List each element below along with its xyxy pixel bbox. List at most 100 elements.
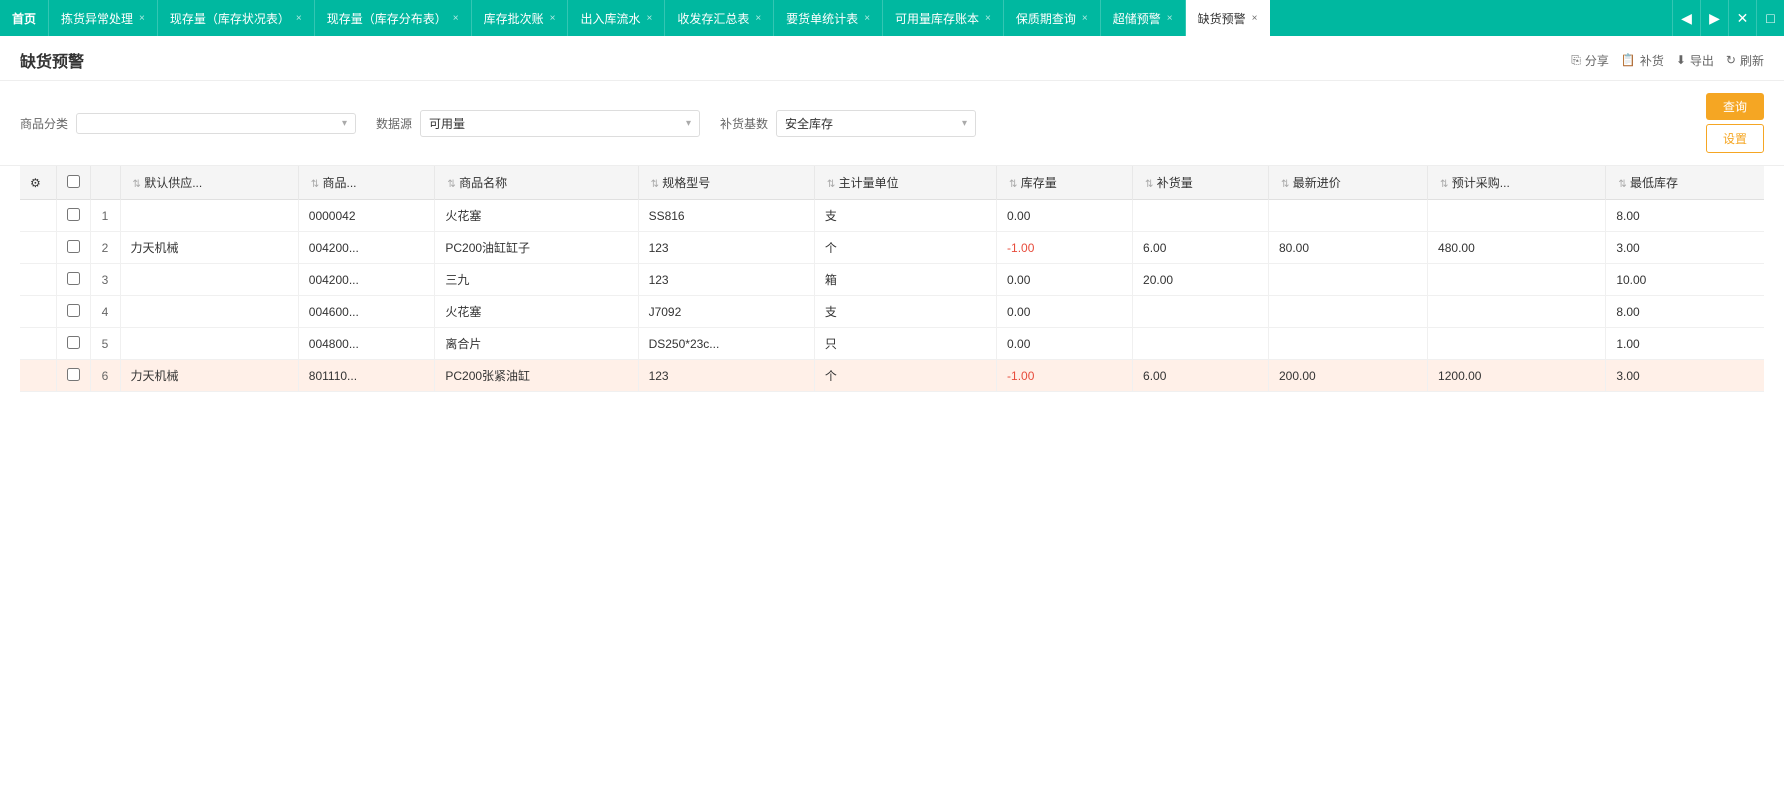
tab-overstock[interactable]: 超储预警 × bbox=[1101, 0, 1186, 36]
refresh-button[interactable]: ↻ 刷新 bbox=[1726, 52, 1764, 69]
row-num: 2 bbox=[90, 232, 120, 264]
row-checkbox-2[interactable] bbox=[67, 272, 80, 285]
cell-product-code: 004800... bbox=[298, 328, 435, 360]
tab-label-shortage: 缺货预警 bbox=[1198, 10, 1246, 27]
cell-min-stock: 8.00 bbox=[1606, 200, 1764, 232]
col-supplier-sort-icon: ⇅ bbox=[133, 179, 141, 190]
cell-latest-price bbox=[1269, 296, 1428, 328]
replenish-base-select[interactable]: 安全库存 ▾ bbox=[776, 110, 976, 137]
tab-label-requisition-stat: 要货单统计表 bbox=[786, 10, 858, 27]
col-settings[interactable]: ⚙ bbox=[20, 166, 56, 200]
tab-label-expiry-query: 保质期查询 bbox=[1016, 10, 1076, 27]
row-checkbox-1[interactable] bbox=[67, 240, 80, 253]
tab-requisition-stat[interactable]: 要货单统计表 × bbox=[774, 0, 883, 36]
tab-stock-status[interactable]: 现存量（库存状况表）× bbox=[158, 0, 315, 36]
tab-scroll-left[interactable]: ◀ bbox=[1672, 0, 1700, 36]
col-unit: ⇅ 主计量单位 bbox=[814, 166, 996, 200]
cell-default-supplier bbox=[120, 264, 298, 296]
tab-scroll-right[interactable]: ▶ bbox=[1700, 0, 1728, 36]
tab-stock-dist[interactable]: 现存量（库存分布表）× bbox=[315, 0, 472, 36]
cell-stock-qty: 0.00 bbox=[997, 264, 1133, 296]
tab-home[interactable]: 首页 bbox=[0, 0, 49, 36]
tab-bar: 首页拣货异常处理×现存量（库存状况表）×现存量（库存分布表）×库存批次账×出入库… bbox=[0, 0, 1784, 36]
tab-close-stock-status[interactable]: × bbox=[296, 13, 302, 24]
col-min-stock: ⇅ 最低库存 bbox=[1606, 166, 1764, 200]
cell-unit: 个 bbox=[814, 360, 996, 392]
settings-button[interactable]: 设置 bbox=[1706, 124, 1764, 153]
tab-receive-summary[interactable]: 收发存汇总表 × bbox=[665, 0, 774, 36]
cell-default-supplier bbox=[120, 296, 298, 328]
select-all-checkbox[interactable] bbox=[67, 175, 80, 188]
col-checkbox bbox=[56, 166, 90, 200]
tab-abnormal[interactable]: 拣货异常处理× bbox=[49, 0, 158, 36]
tab-label-overstock: 超储预警 bbox=[1113, 10, 1161, 27]
row-settings-cell bbox=[20, 360, 56, 392]
cell-latest-price: 200.00 bbox=[1269, 360, 1428, 392]
cell-product-name: 火花塞 bbox=[435, 296, 638, 328]
export-label: 导出 bbox=[1690, 52, 1714, 69]
col-price-sort-icon: ⇅ bbox=[1281, 179, 1289, 190]
col-spec-model: ⇅ 规格型号 bbox=[638, 166, 814, 200]
tab-close-requisition-stat[interactable]: × bbox=[864, 13, 870, 24]
col-est-purchase: ⇅ 预计采购... bbox=[1428, 166, 1606, 200]
tab-available-ledger[interactable]: 可用量库存账本 × bbox=[883, 0, 1004, 36]
filter-actions: 查询 设置 bbox=[1706, 93, 1764, 153]
cell-default-supplier: 力天机械 bbox=[120, 360, 298, 392]
row-checkbox-5[interactable] bbox=[67, 368, 80, 381]
tab-close-abnormal[interactable]: × bbox=[139, 13, 145, 24]
cell-product-code: 801110... bbox=[298, 360, 435, 392]
table-row: 4004600...火花塞J7092支0.008.00 bbox=[20, 296, 1764, 328]
tab-close-stock-dist[interactable]: × bbox=[453, 13, 459, 24]
cell-replenish-qty bbox=[1133, 296, 1269, 328]
replenish-icon: 📋 bbox=[1621, 53, 1636, 67]
row-settings-cell bbox=[20, 296, 56, 328]
tab-maximize[interactable]: □ bbox=[1756, 0, 1784, 36]
cell-replenish-qty bbox=[1133, 328, 1269, 360]
tab-batch-account[interactable]: 库存批次账 × bbox=[472, 0, 569, 36]
tab-shortage[interactable]: 缺货预警 × bbox=[1186, 0, 1271, 36]
cell-spec-model: 123 bbox=[638, 360, 814, 392]
cell-spec-model: SS816 bbox=[638, 200, 814, 232]
row-checkbox-4[interactable] bbox=[67, 336, 80, 349]
col-spec-sort-icon: ⇅ bbox=[651, 179, 659, 190]
tab-label-home: 首页 bbox=[12, 10, 36, 27]
row-checkbox-cell bbox=[56, 232, 90, 264]
tab-close-expiry-query[interactable]: × bbox=[1082, 13, 1088, 24]
tab-close-batch-account[interactable]: × bbox=[550, 13, 556, 24]
replenish-button[interactable]: 📋 补货 bbox=[1621, 52, 1664, 69]
tab-close-overstock[interactable]: × bbox=[1167, 13, 1173, 24]
tab-close-inout-flow[interactable]: × bbox=[646, 13, 652, 24]
cell-min-stock: 1.00 bbox=[1606, 328, 1764, 360]
cell-min-stock: 3.00 bbox=[1606, 360, 1764, 392]
tab-close-receive-summary[interactable]: × bbox=[755, 13, 761, 24]
cell-latest-price bbox=[1269, 200, 1428, 232]
replenish-base-arrow-icon: ▾ bbox=[962, 118, 967, 129]
data-source-label: 数据源 bbox=[376, 115, 412, 132]
tab-label-receive-summary: 收发存汇总表 bbox=[677, 10, 749, 27]
tab-label-batch-account: 库存批次账 bbox=[484, 10, 544, 27]
cell-stock-qty: -1.00 bbox=[997, 232, 1133, 264]
row-checkbox-0[interactable] bbox=[67, 208, 80, 221]
share-button[interactable]: ⎘ 分享 bbox=[1571, 52, 1609, 69]
cell-est-purchase: 480.00 bbox=[1428, 232, 1606, 264]
cell-default-supplier bbox=[120, 200, 298, 232]
cell-replenish-qty: 6.00 bbox=[1133, 360, 1269, 392]
row-num: 4 bbox=[90, 296, 120, 328]
tab-close-shortage[interactable]: × bbox=[1252, 13, 1258, 24]
tab-close-all[interactable]: ✕ bbox=[1728, 0, 1756, 36]
refresh-label: 刷新 bbox=[1740, 52, 1764, 69]
tab-label-available-ledger: 可用量库存账本 bbox=[895, 10, 979, 27]
row-settings-cell bbox=[20, 328, 56, 360]
cell-product-name: 火花塞 bbox=[435, 200, 638, 232]
cell-spec-model: J7092 bbox=[638, 296, 814, 328]
export-button[interactable]: ⬇ 导出 bbox=[1676, 52, 1714, 69]
row-settings-cell bbox=[20, 200, 56, 232]
commodity-class-select[interactable]: ▾ bbox=[76, 113, 356, 134]
row-checkbox-cell bbox=[56, 200, 90, 232]
data-source-select[interactable]: 可用量 ▾ bbox=[420, 110, 700, 137]
tab-inout-flow[interactable]: 出入库流水× bbox=[568, 0, 665, 36]
query-button[interactable]: 查询 bbox=[1706, 93, 1764, 120]
tab-expiry-query[interactable]: 保质期查询 × bbox=[1004, 0, 1101, 36]
tab-close-available-ledger[interactable]: × bbox=[985, 13, 991, 24]
row-checkbox-3[interactable] bbox=[67, 304, 80, 317]
